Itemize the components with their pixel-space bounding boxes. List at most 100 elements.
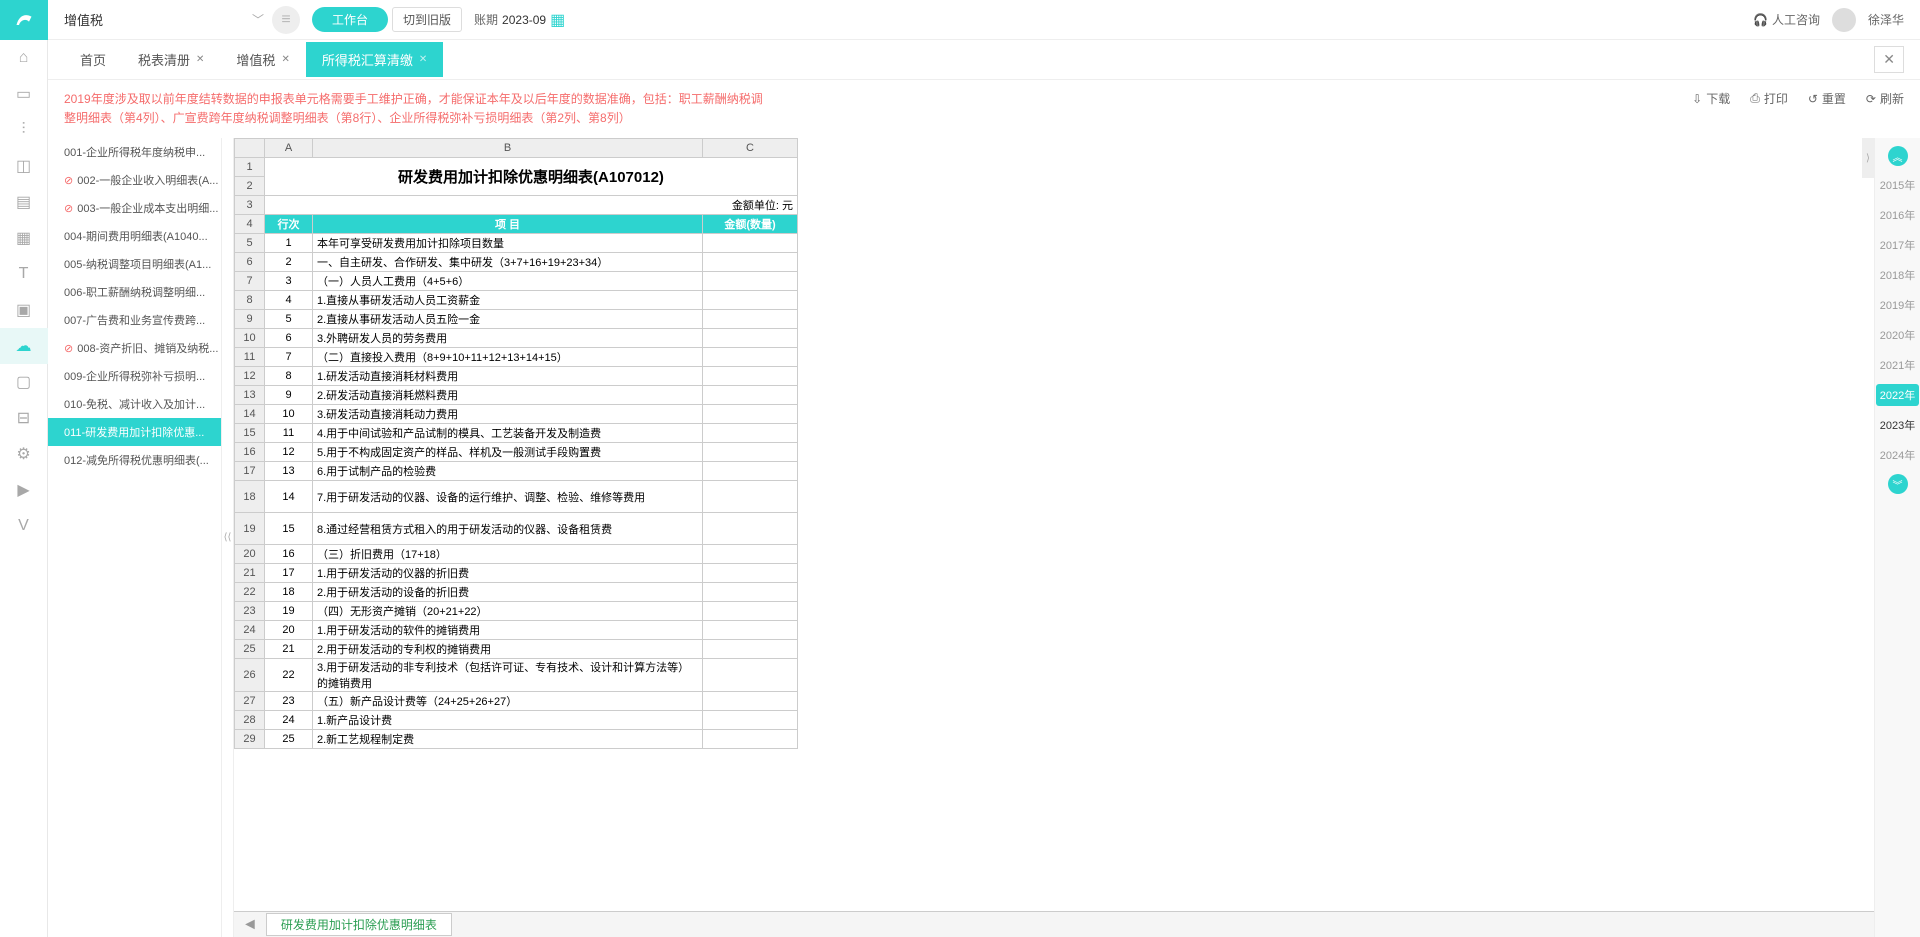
cell-amount[interactable] <box>703 481 798 513</box>
form-list-item[interactable]: 010-免税、减计收入及加计... <box>48 390 221 418</box>
form-list-item[interactable]: 005-纳税调整项目明细表(A1... <box>48 250 221 278</box>
cell-amount[interactable] <box>703 367 798 386</box>
form-list-item[interactable]: 001-企业所得税年度纳税申... <box>48 138 221 166</box>
cell-amount[interactable] <box>703 462 798 481</box>
form-list-item[interactable]: ⊘003-一般企业成本支出明细... <box>48 194 221 222</box>
cell-amount[interactable] <box>703 253 798 272</box>
form-list-item[interactable]: 012-减免所得税优惠明细表(... <box>48 446 221 474</box>
nav-gear-icon[interactable]: ⚙ <box>0 436 48 472</box>
year-2023年[interactable]: 2023年 <box>1876 414 1919 436</box>
cell-amount[interactable] <box>703 564 798 583</box>
cell-amount[interactable] <box>703 659 798 692</box>
year-2015年[interactable]: 2015年 <box>1876 174 1919 196</box>
cell-amount[interactable] <box>703 405 798 424</box>
tab-税表清册[interactable]: 税表清册✕ <box>122 42 220 77</box>
form-list-item[interactable]: 006-职工薪酬纳税调整明细... <box>48 278 221 306</box>
tab-首页[interactable]: 首页 <box>64 42 122 77</box>
tab-close-icon[interactable]: ✕ <box>419 54 427 65</box>
cell-amount[interactable] <box>703 730 798 749</box>
cell-amount[interactable] <box>703 348 798 367</box>
sheet-tab[interactable]: 研发费用加计扣除优惠明细表 <box>266 913 452 936</box>
cell-amount[interactable] <box>703 272 798 291</box>
switch-old-button[interactable]: 切到旧版 <box>392 7 462 32</box>
row-project: 2.新工艺规程制定费 <box>313 730 703 749</box>
sheet-nav-prev[interactable]: ◄ <box>234 916 266 934</box>
year-2016年[interactable]: 2016年 <box>1876 204 1919 226</box>
cell-amount[interactable] <box>703 513 798 545</box>
row-project: 1.直接从事研发活动人员工资薪金 <box>313 291 703 310</box>
nav-grid-icon[interactable]: ▦ <box>0 220 48 256</box>
nav-box-icon[interactable]: ▢ <box>0 364 48 400</box>
row-project: （一）人员人工费用（4+5+6） <box>313 272 703 291</box>
cell-amount[interactable] <box>703 386 798 405</box>
form-list-item[interactable]: 009-企业所得税弥补亏损明... <box>48 362 221 390</box>
cell-amount[interactable] <box>703 621 798 640</box>
cell-amount[interactable] <box>703 545 798 564</box>
row-project: 8.通过经营租赁方式租入的用于研发活动的仪器、设备租赁费 <box>313 513 703 545</box>
year-2022年[interactable]: 2022年 <box>1876 384 1919 406</box>
col-header-xuhao: 行次 <box>265 215 313 234</box>
year-2019年[interactable]: 2019年 <box>1876 294 1919 316</box>
cell-amount[interactable] <box>703 291 798 310</box>
nav-v-icon[interactable]: V <box>0 508 48 544</box>
cell-amount[interactable] <box>703 443 798 462</box>
nav-tray-icon[interactable]: ⊟ <box>0 400 48 436</box>
year-2017年[interactable]: 2017年 <box>1876 234 1919 256</box>
collapse-formlist-handle[interactable]: ⟨⟨ <box>222 138 234 937</box>
category-dropdown[interactable]: 增值税 ﹀ <box>64 10 264 29</box>
nav-doc-icon[interactable]: ▭ <box>0 76 48 112</box>
row-project: 7.用于研发活动的仪器、设备的运行维护、调整、检验、维修等费用 <box>313 481 703 513</box>
reset-button[interactable]: ↺重置 <box>1808 90 1846 107</box>
cell-amount[interactable] <box>703 310 798 329</box>
download-button[interactable]: ⇩下载 <box>1692 90 1730 107</box>
cell-amount[interactable] <box>703 583 798 602</box>
list-circle-button[interactable]: ≡ <box>272 6 300 34</box>
nav-chart-icon[interactable]: ⫶ <box>0 112 48 148</box>
nav-cal-icon[interactable]: ▣ <box>0 292 48 328</box>
nav-bag-icon[interactable]: ◫ <box>0 148 48 184</box>
row-number: 3 <box>265 272 313 291</box>
form-list-item[interactable]: ⊘008-资产折旧、摊销及纳税... <box>48 334 221 362</box>
tab-close-icon[interactable]: ✕ <box>281 54 289 65</box>
cell-amount[interactable] <box>703 234 798 253</box>
cell-amount[interactable] <box>703 424 798 443</box>
form-list-item[interactable]: ⊘002-一般企业收入明细表(A... <box>48 166 221 194</box>
tab-所得税汇算清缴[interactable]: 所得税汇算清缴✕ <box>306 42 443 77</box>
year-2021年[interactable]: 2021年 <box>1876 354 1919 376</box>
tab-close-icon[interactable]: ✕ <box>196 54 204 65</box>
cell-amount[interactable] <box>703 640 798 659</box>
year-2018年[interactable]: 2018年 <box>1876 264 1919 286</box>
year-2020年[interactable]: 2020年 <box>1876 324 1919 346</box>
form-list-item[interactable]: 004-期间费用明细表(A1040... <box>48 222 221 250</box>
tab-增值税[interactable]: 增值税✕ <box>220 42 305 77</box>
dropdown-label: 增值税 <box>64 10 103 29</box>
print-button[interactable]: ⎙打印 <box>1750 90 1788 107</box>
cell-amount[interactable] <box>703 602 798 621</box>
form-list-item[interactable]: 007-广告费和业务宣传费跨... <box>48 306 221 334</box>
refresh-button[interactable]: ⟳刷新 <box>1866 90 1904 107</box>
cell-amount[interactable] <box>703 711 798 730</box>
row-project: 2.直接从事研发活动人员五险一金 <box>313 310 703 329</box>
user-avatar[interactable] <box>1832 8 1856 32</box>
warning-text: 2019年度涉及取以前年度结转数据的申报表单元格需要手工维护正确，才能保证本年及… <box>64 90 764 128</box>
nav-t-icon[interactable]: T <box>0 256 48 292</box>
nav-active-icon[interactable]: ☁ <box>0 328 48 364</box>
workbench-button[interactable]: 工作台 <box>312 7 388 32</box>
row-number: 1 <box>265 234 313 253</box>
consult-link[interactable]: 🎧 人工咨询 <box>1753 11 1820 28</box>
nav-home-icon[interactable]: ⌂ <box>0 40 48 76</box>
year-down-button[interactable]: ︾ <box>1888 474 1908 494</box>
spreadsheet-grid[interactable]: ABC1研发费用加计扣除优惠明细表(A107012)23金额单位: 元4行次项 … <box>234 138 1874 911</box>
cell-amount[interactable] <box>703 329 798 348</box>
year-up-button[interactable]: ︽ <box>1888 146 1908 166</box>
nav-clip-icon[interactable]: ▤ <box>0 184 48 220</box>
expand-right-handle[interactable]: ⟩ <box>1862 138 1874 178</box>
form-list-item[interactable]: 011-研发费用加计扣除优惠... <box>48 418 221 446</box>
calendar-icon[interactable]: ▦ <box>550 10 565 30</box>
close-all-tabs-button[interactable]: ✕ <box>1874 46 1904 73</box>
nav-play-icon[interactable]: ▶ <box>0 472 48 508</box>
cell-amount[interactable] <box>703 692 798 711</box>
year-2024年[interactable]: 2024年 <box>1876 444 1919 466</box>
sheet-title: 研发费用加计扣除优惠明细表(A107012) <box>265 158 798 196</box>
app-logo[interactable] <box>0 0 48 40</box>
